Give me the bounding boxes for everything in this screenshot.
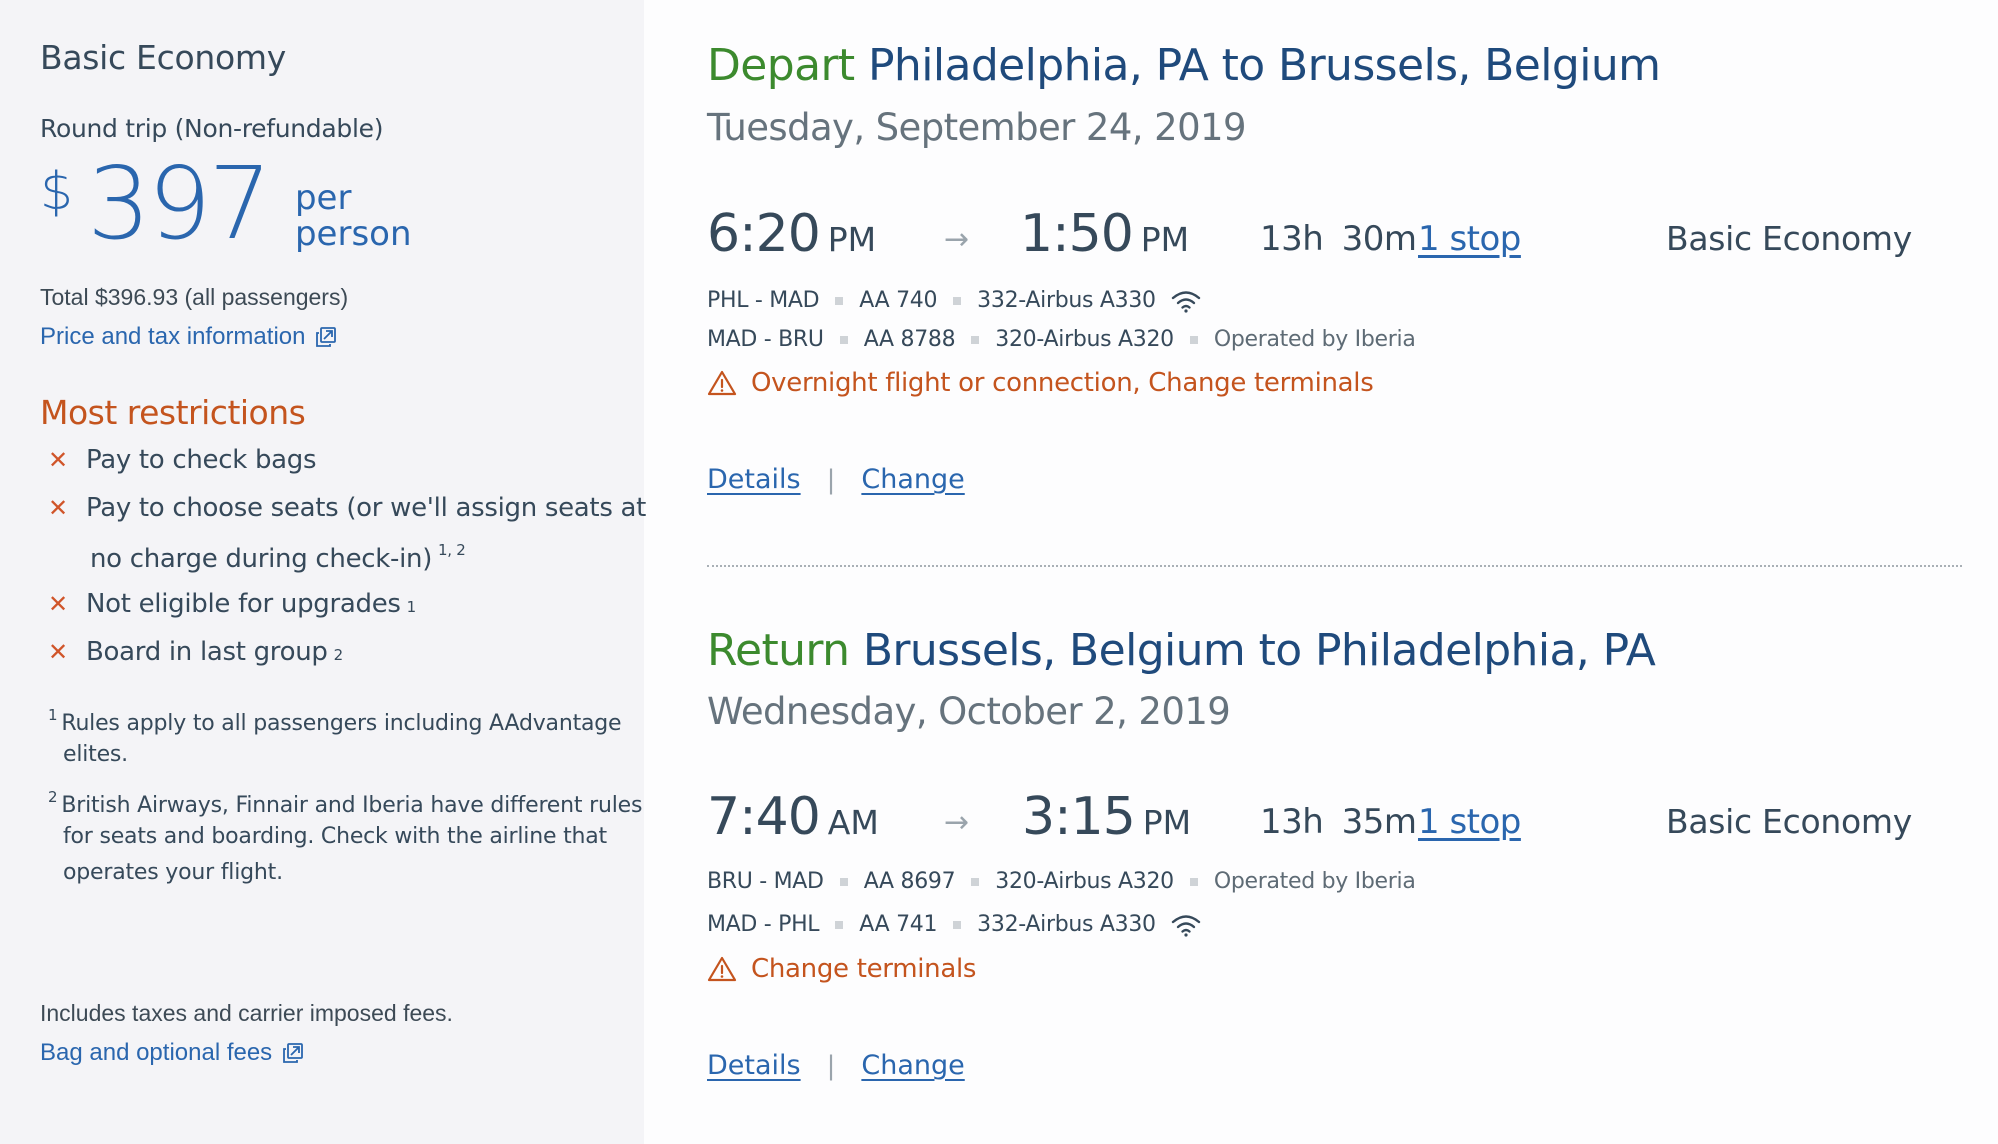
x-icon: ✕ <box>48 494 68 522</box>
change-link[interactable]: Change <box>861 1050 964 1081</box>
direction-label: Return <box>707 625 850 676</box>
flight-heading: Depart Philadelphia, PA to Brussels, Bel… <box>707 40 1661 91</box>
details-link[interactable]: Details <box>707 464 801 495</box>
x-icon: ✕ <box>48 638 68 666</box>
restriction-item: ✕ Not eligible for upgrades 1 <box>48 589 416 619</box>
footnote-2-continued: for seats and boarding. Check with the a… <box>63 824 607 849</box>
bag-fees-link[interactable]: Bag and optional fees <box>40 1039 304 1067</box>
restriction-item-continued: no charge during check-in) 1, 2 <box>90 541 466 574</box>
footnote-2: 2 British Airways, Finnair and Iberia hav… <box>48 788 643 818</box>
bag-fees-label: Bag and optional fees <box>40 1039 273 1066</box>
footnote-1-continued: elites. <box>63 742 128 767</box>
wifi-icon <box>1171 290 1200 313</box>
fare-summary-sidebar: Basic Economy Round trip (Non-refundable… <box>0 0 647 1144</box>
stops-link[interactable]: 1 stop <box>1418 219 1521 259</box>
fare-name: Basic Economy <box>40 38 286 77</box>
warning-icon <box>707 370 737 396</box>
route-label: Brussels, Belgium to Philadelphia, PA <box>862 625 1656 676</box>
arrow-right-icon: → <box>944 805 970 840</box>
arrow-right-icon: → <box>944 222 970 257</box>
link-separator: | <box>826 464 836 495</box>
separator-dot <box>1189 877 1198 886</box>
warning-icon <box>707 956 737 982</box>
arrive-time: 1:50 PM <box>1020 204 1190 264</box>
external-link-icon <box>316 327 337 347</box>
footnote-ref: 1, 2 <box>438 541 466 559</box>
route-label: Philadelphia, PA to Brussels, Belgium <box>867 40 1661 91</box>
separator-dot <box>835 920 844 929</box>
operated-by: Operated by Iberia <box>1213 869 1416 894</box>
direction-label: Depart <box>707 40 855 91</box>
footnote-ref: 1 <box>406 598 417 616</box>
x-icon: ✕ <box>48 590 68 618</box>
x-icon: ✕ <box>48 446 68 474</box>
total-price: Total $396.93 (all passengers) <box>40 284 349 310</box>
depart-time: 6:20 PM <box>707 204 877 264</box>
details-link[interactable]: Details <box>707 1050 801 1081</box>
per-person-label: per person <box>294 178 412 254</box>
price-amount: 397 <box>87 145 272 262</box>
section-divider <box>707 565 1962 567</box>
flight-actions: Details | Change <box>707 464 965 495</box>
separator-dot <box>835 296 844 305</box>
depart-time: 7:40 AM <box>707 787 879 847</box>
flight-date: Tuesday, September 24, 2019 <box>707 106 1246 149</box>
includes-taxes-note: Includes taxes and carrier imposed fees. <box>40 1000 453 1026</box>
restriction-item: ✕ Pay to choose seats (or we'll assign s… <box>48 493 647 523</box>
separator-dot <box>953 296 962 305</box>
external-link-icon <box>283 1043 304 1063</box>
flight-warning: Change terminals <box>707 954 976 984</box>
wifi-icon <box>1171 914 1200 937</box>
price-tax-info-link[interactable]: Price and tax information <box>40 323 337 351</box>
stops-link[interactable]: 1 stop <box>1418 802 1521 842</box>
segment-row: PHL - MAD AA 740 332-Airbus A330 <box>707 288 1202 313</box>
operated-by: Operated by Iberia <box>1213 327 1416 352</box>
separator-dot <box>1189 335 1198 344</box>
segment-row: BRU - MAD AA 8697 320-Airbus A320 Operat… <box>707 869 1416 894</box>
price-tax-info-label: Price and tax information <box>40 323 306 350</box>
price-per-person: $ 397 per person <box>40 150 415 258</box>
arrive-time: 3:15 PM <box>1022 787 1192 847</box>
trip-type: Round trip (Non-refundable) <box>40 114 384 143</box>
restriction-item: ✕ Board in last group 2 <box>48 637 343 667</box>
restriction-item: ✕ Pay to check bags <box>48 445 317 475</box>
link-separator: | <box>826 1050 836 1081</box>
footnote-2-continued: operates your flight. <box>63 860 283 885</box>
flight-duration: 13h 35m <box>1260 802 1417 842</box>
change-link[interactable]: Change <box>861 464 964 495</box>
separator-dot <box>839 335 848 344</box>
flight-date: Wednesday, October 2, 2019 <box>707 690 1231 733</box>
separator-dot <box>953 920 962 929</box>
separator-dot <box>971 335 980 344</box>
currency-symbol: $ <box>40 162 74 222</box>
segment-row: MAD - PHL AA 741 332-Airbus A330 <box>707 912 1202 937</box>
separator-dot <box>971 877 980 886</box>
flight-actions: Details | Change <box>707 1050 965 1081</box>
footnote-ref: 2 <box>333 646 344 664</box>
flight-heading: Return Brussels, Belgium to Philadelphia… <box>707 625 1656 676</box>
flight-warning: Overnight flight or connection, Change t… <box>707 368 1374 398</box>
separator-dot <box>839 877 848 886</box>
footnote-1: 1 Rules apply to all passengers including… <box>48 706 622 736</box>
flight-duration: 13h 30m <box>1260 219 1417 259</box>
segment-row: MAD - BRU AA 8788 320-Airbus A320 Operat… <box>707 327 1416 352</box>
cabin-class: Basic Economy <box>1666 802 1912 841</box>
cabin-class: Basic Economy <box>1666 219 1912 258</box>
restrictions-title: Most restrictions <box>40 393 306 432</box>
